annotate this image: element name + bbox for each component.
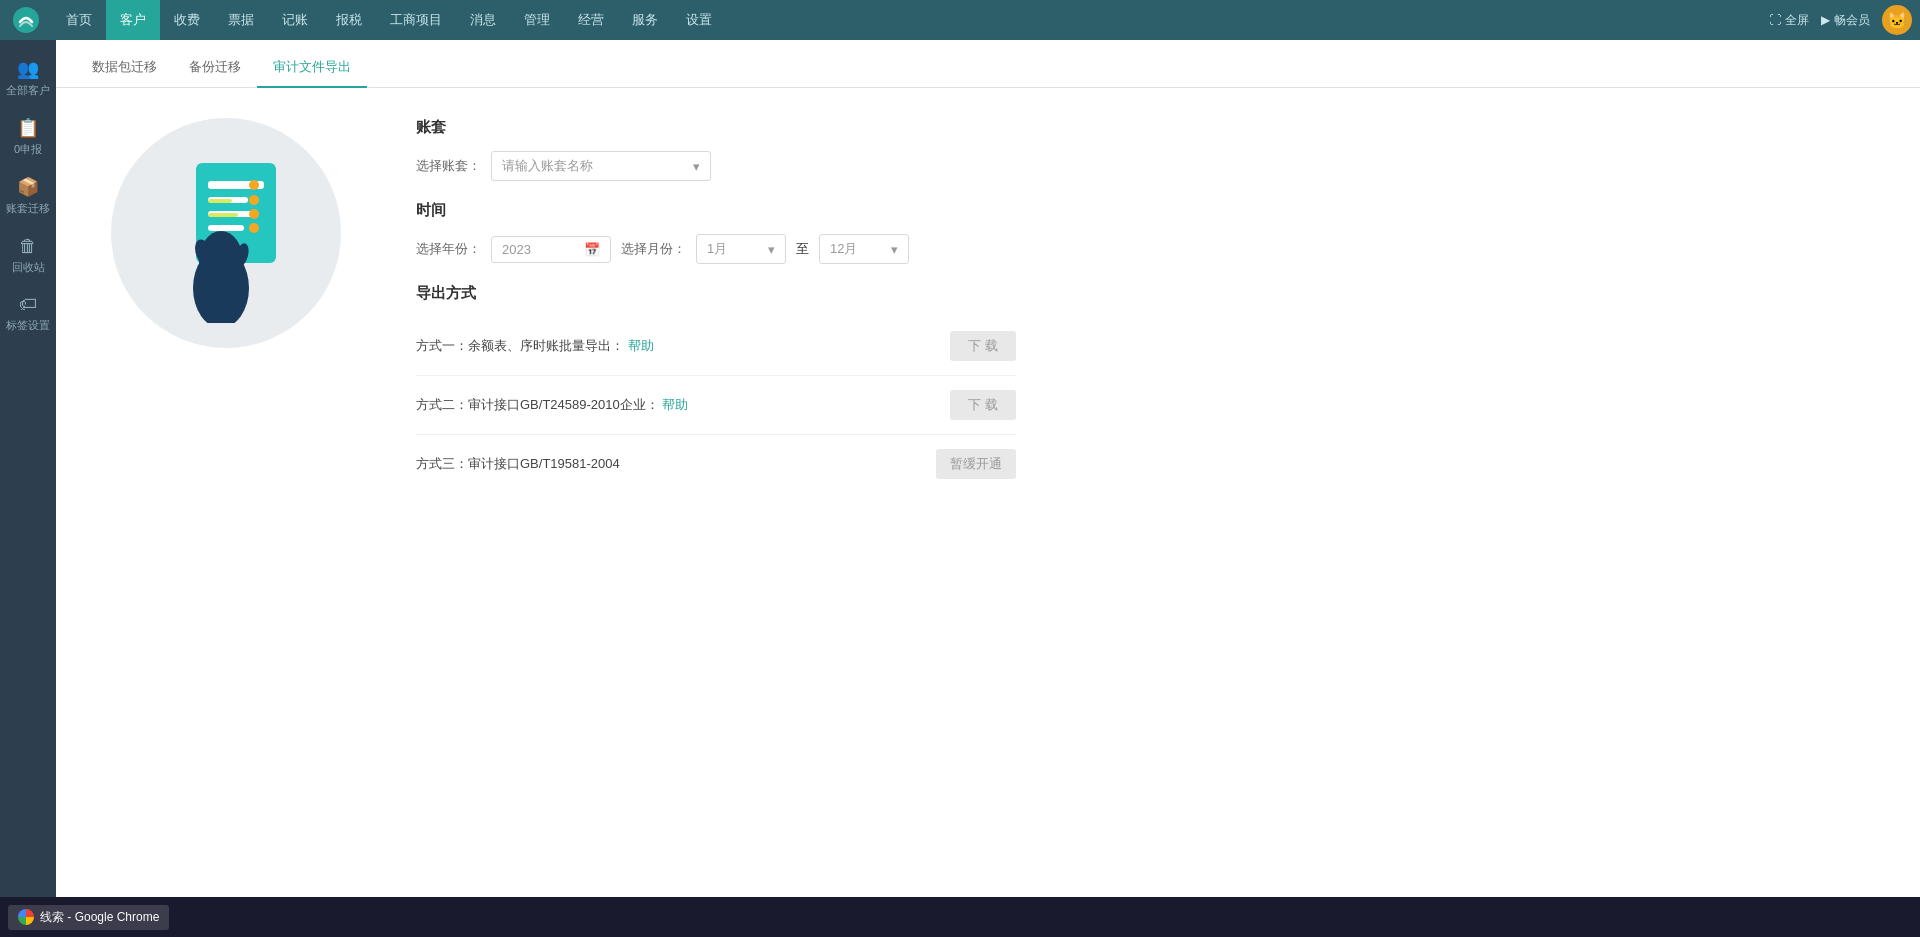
export-method-1: 方式一：余额表、序时账批量导出： 帮助 下 载	[416, 317, 1016, 376]
page-content: 账套 选择账套： 请输入账套名称 ▾ 时间 选择年份： 2023 📅	[56, 88, 1920, 897]
export-methods: 方式一：余额表、序时账批量导出： 帮助 下 载 方式二：审计接口GB/T2458…	[416, 317, 1016, 493]
svg-point-0	[13, 7, 39, 33]
to-divider: 至	[796, 240, 809, 258]
section-title-account: 账套	[416, 118, 1016, 137]
vip-icon: ▶	[1821, 13, 1830, 27]
nav-menu: 首页 客户 收费 票据 记账 报税 工商项目 消息 管理 经营 服务 设置	[52, 0, 1769, 40]
nav-fee[interactable]: 收费	[160, 0, 214, 40]
calendar-icon: 📅	[584, 242, 600, 257]
audit-illustration	[146, 143, 306, 323]
tab-backup-migration[interactable]: 备份迁移	[173, 48, 257, 88]
account-placeholder: 请输入账套名称	[502, 157, 593, 175]
svg-rect-11	[208, 213, 238, 217]
method-2-help-link[interactable]: 帮助	[662, 397, 688, 412]
month-end-select[interactable]: 12月 ▾	[819, 234, 909, 264]
svg-rect-10	[208, 199, 232, 203]
method-2-label: 方式二：审计接口GB/T24589-2010企业： 帮助	[416, 396, 688, 414]
method-2-download-button[interactable]: 下 载	[950, 390, 1016, 420]
svg-point-9	[249, 223, 259, 233]
sidebar-item-zero-declare[interactable]: 📋 0申报	[0, 107, 56, 166]
nav-home[interactable]: 首页	[52, 0, 106, 40]
sidebar-item-recycle[interactable]: 🗑 回收站	[0, 226, 56, 284]
account-select[interactable]: 请输入账套名称 ▾	[491, 151, 711, 181]
fullscreen-icon: ⛶	[1769, 13, 1781, 27]
nav-service[interactable]: 服务	[618, 0, 672, 40]
export-method-3: 方式三：审计接口GB/T19581-2004 暂缓开通	[416, 435, 1016, 493]
left-sidebar: 👥 全部客户 📋 0申报 📦 账套迁移 🗑 回收站 🏷 标签设置	[0, 40, 56, 897]
chrome-icon	[18, 909, 34, 925]
main-layout: 👥 全部客户 📋 0申报 📦 账套迁移 🗑 回收站 🏷 标签设置 数据包迁移 备…	[0, 40, 1920, 897]
zero-declare-icon: 📋	[17, 117, 39, 139]
sidebar-item-tag-settings[interactable]: 🏷 标签设置	[0, 284, 56, 342]
month-start-value: 1月	[707, 240, 727, 258]
nav-right-actions: ⛶ 全屏 ▶ 畅会员 🐱	[1769, 5, 1912, 35]
year-select[interactable]: 2023 📅	[491, 236, 611, 263]
fullscreen-label: 全屏	[1785, 12, 1809, 29]
method-3-activate-button[interactable]: 暂缓开通	[936, 449, 1016, 479]
tab-audit-export[interactable]: 审计文件导出	[257, 48, 367, 88]
nav-message[interactable]: 消息	[456, 0, 510, 40]
account-migration-icon: 📦	[17, 176, 39, 198]
tab-data-migration[interactable]: 数据包迁移	[76, 48, 173, 88]
avatar[interactable]: 🐱	[1882, 5, 1912, 35]
account-label: 选择账套：	[416, 157, 481, 175]
vip-label: 畅会员	[1834, 12, 1870, 29]
sidebar-item-all-customers[interactable]: 👥 全部客户	[0, 48, 56, 107]
app-logo	[8, 2, 44, 38]
top-navigation: 首页 客户 收费 票据 记账 报税 工商项目 消息 管理 经营 服务 设置 ⛶ …	[0, 0, 1920, 40]
sidebar-item-label: 回收站	[12, 261, 45, 274]
sidebar-item-label: 全部客户	[6, 84, 50, 97]
year-label: 选择年份：	[416, 240, 481, 258]
method-1-help-link[interactable]: 帮助	[628, 338, 654, 353]
svg-rect-5	[208, 225, 244, 231]
all-customers-icon: 👥	[17, 58, 39, 80]
chevron-down-icon: ▾	[693, 159, 700, 174]
chevron-down-icon: ▾	[891, 242, 898, 257]
account-row: 选择账套： 请输入账套名称 ▾	[416, 151, 1016, 181]
taskbar-item-label: 线索 - Google Chrome	[40, 909, 159, 926]
chevron-down-icon: ▾	[768, 242, 775, 257]
sidebar-item-label: 0申报	[14, 143, 42, 156]
method-1-label: 方式一：余额表、序时账批量导出： 帮助	[416, 337, 654, 355]
method-3-label: 方式三：审计接口GB/T19581-2004	[416, 455, 620, 473]
content-area: 数据包迁移 备份迁移 审计文件导出	[56, 40, 1920, 897]
time-row: 选择年份： 2023 📅 选择月份： 1月 ▾ 至 12月 ▾	[416, 234, 1016, 264]
nav-operation[interactable]: 经营	[564, 0, 618, 40]
svg-point-8	[249, 209, 259, 219]
method-1-download-button[interactable]: 下 载	[950, 331, 1016, 361]
illustration-circle	[111, 118, 341, 348]
nav-settings[interactable]: 设置	[672, 0, 726, 40]
illustration	[96, 118, 356, 348]
tab-bar: 数据包迁移 备份迁移 审计文件导出	[56, 40, 1920, 88]
section-title-export: 导出方式	[416, 284, 1016, 303]
sidebar-item-label: 账套迁移	[6, 202, 50, 215]
section-title-time: 时间	[416, 201, 1016, 220]
sidebar-item-label: 标签设置	[6, 319, 50, 332]
nav-tax[interactable]: 报税	[322, 0, 376, 40]
vip-button[interactable]: ▶ 畅会员	[1821, 12, 1870, 29]
month-end-value: 12月	[830, 240, 857, 258]
nav-business[interactable]: 工商项目	[376, 0, 456, 40]
month-label: 选择月份：	[621, 240, 686, 258]
month-start-select[interactable]: 1月 ▾	[696, 234, 786, 264]
export-method-2: 方式二：审计接口GB/T24589-2010企业： 帮助 下 载	[416, 376, 1016, 435]
form-panel: 账套 选择账套： 请输入账套名称 ▾ 时间 选择年份： 2023 📅	[416, 118, 1016, 493]
nav-manage[interactable]: 管理	[510, 0, 564, 40]
svg-point-6	[249, 180, 259, 190]
tag-settings-icon: 🏷	[19, 294, 37, 315]
fullscreen-button[interactable]: ⛶ 全屏	[1769, 12, 1809, 29]
svg-point-7	[249, 195, 259, 205]
sidebar-item-account-migration[interactable]: 📦 账套迁移	[0, 166, 56, 225]
nav-accounting[interactable]: 记账	[268, 0, 322, 40]
taskbar: 线索 - Google Chrome	[0, 897, 1920, 937]
nav-customer[interactable]: 客户	[106, 0, 160, 40]
recycle-icon: 🗑	[19, 236, 37, 257]
year-value: 2023	[502, 242, 531, 257]
taskbar-chrome[interactable]: 线索 - Google Chrome	[8, 905, 169, 930]
nav-invoice[interactable]: 票据	[214, 0, 268, 40]
